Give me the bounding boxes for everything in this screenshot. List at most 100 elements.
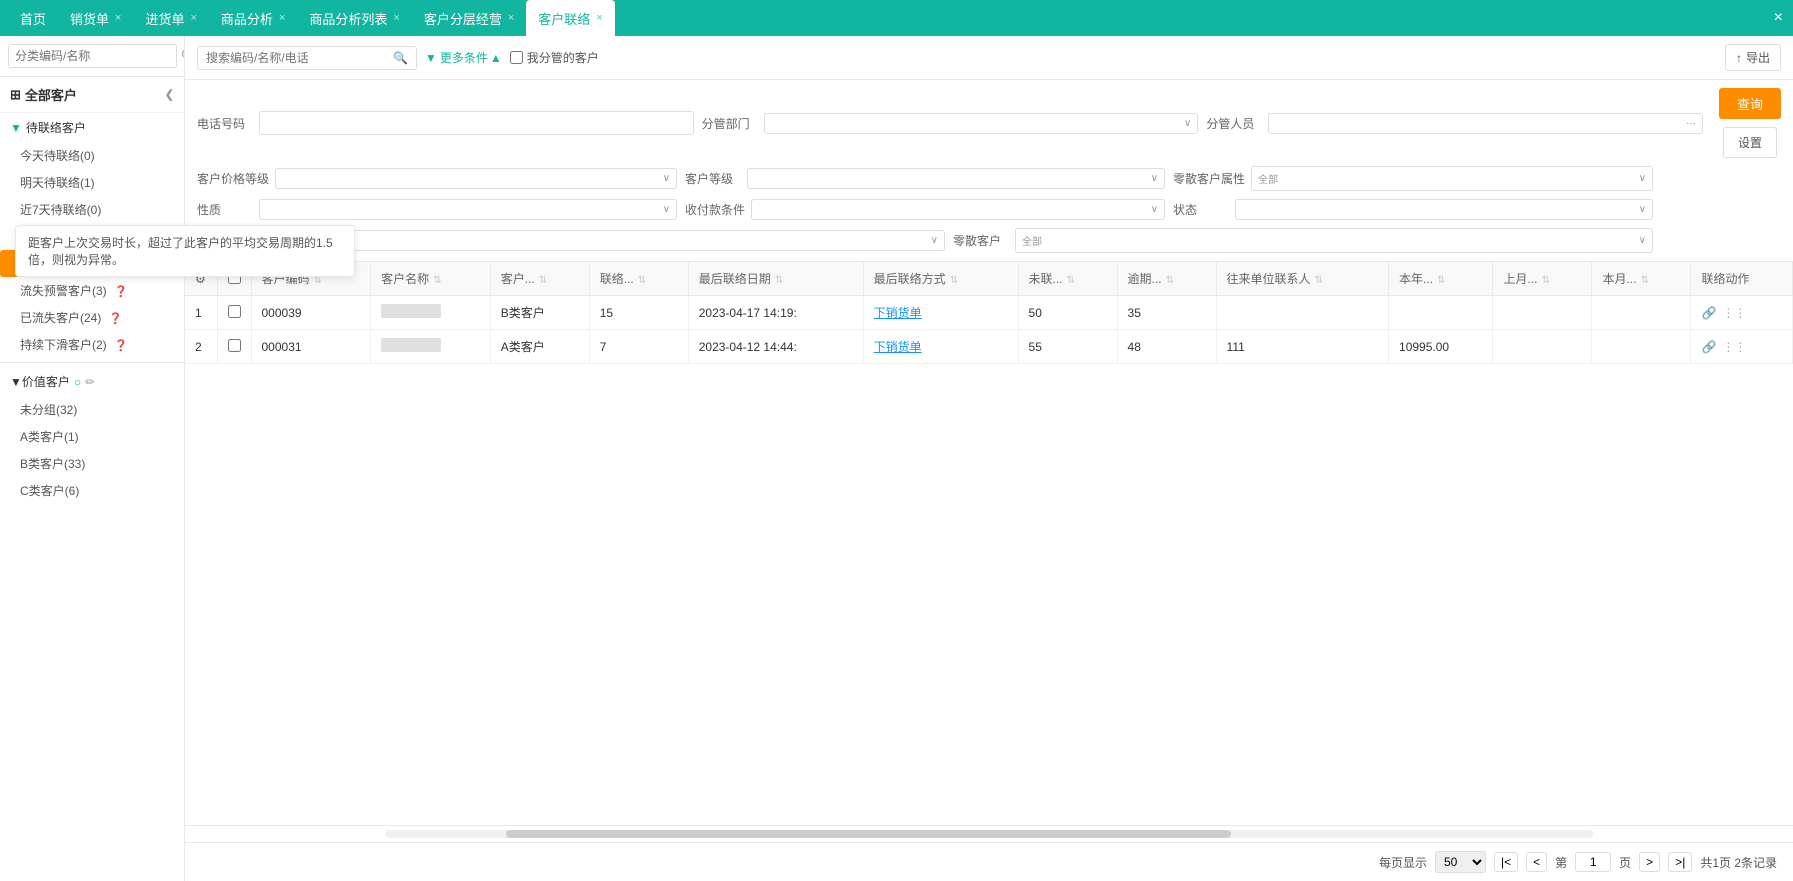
- query-label: 查询: [1737, 97, 1763, 112]
- dept-select[interactable]: ∨: [764, 113, 1199, 134]
- customer-type-select[interactable]: ∨: [307, 230, 945, 251]
- th-name[interactable]: 客户名称⇅: [371, 262, 491, 296]
- export-button[interactable]: ↑ 导出: [1725, 44, 1781, 71]
- nav-item-home[interactable]: 首页: [8, 0, 58, 36]
- close-icon-customer-contact[interactable]: ×: [596, 12, 602, 24]
- th-contact-count[interactable]: 联络...⇅: [589, 262, 688, 296]
- nav-item-analysis-list[interactable]: 商品分析列表 ×: [297, 0, 411, 36]
- filter-icon: ▼: [425, 51, 437, 65]
- sidebar-class-c[interactable]: C类客户(6): [0, 477, 184, 504]
- collapse-button[interactable]: ❮: [165, 88, 174, 101]
- close-icon-sales[interactable]: ×: [115, 12, 121, 24]
- query-button[interactable]: 查询: [1719, 88, 1781, 119]
- td-method-1[interactable]: 下销货单: [863, 296, 1018, 330]
- retail-customer-select[interactable]: 全部 ∨: [1015, 228, 1653, 253]
- nav-item-analysis[interactable]: 商品分析 ×: [209, 0, 297, 36]
- search-box: 🔍: [197, 46, 417, 70]
- action-more-icon-1[interactable]: ⋮⋮: [1722, 306, 1746, 320]
- th-this-year[interactable]: 本年...⇅: [1389, 262, 1493, 296]
- th-last-contact-date[interactable]: 最后联络日期⇅: [688, 262, 863, 296]
- close-all-button[interactable]: ×: [1774, 9, 1783, 27]
- th-last-contact-method[interactable]: 最后联络方式⇅: [863, 262, 1018, 296]
- more-conditions-label: 更多条件: [440, 49, 488, 66]
- td-checkbox-1[interactable]: [217, 296, 251, 330]
- row-checkbox-2[interactable]: [228, 339, 241, 352]
- status-select[interactable]: ∨: [1235, 199, 1653, 220]
- close-icon-purchase[interactable]: ×: [190, 12, 196, 24]
- customer-table: ⚙ 客户编码⇅ 客户名称⇅ 客户...⇅ 联络...⇅ 最后联络日期⇅ 最后联络…: [185, 262, 1793, 364]
- action-more-icon-2[interactable]: ⋮⋮: [1722, 340, 1746, 354]
- page-label-post: 页: [1619, 854, 1631, 871]
- phone-input[interactable]: [259, 111, 694, 135]
- sidebar-7day-contact[interactable]: 近7天待联络(0): [0, 196, 184, 223]
- sidebar-tomorrow-contact[interactable]: 明天待联络(1): [0, 169, 184, 196]
- method-link-2[interactable]: 下销货单: [874, 340, 922, 354]
- nav-item-customer-tier[interactable]: 客户分层经营 ×: [412, 0, 526, 36]
- th-associated-contact[interactable]: 往来单位联系人⇅: [1216, 262, 1388, 296]
- edit-icon[interactable]: ✏: [85, 375, 95, 389]
- close-icon-customer-tier[interactable]: ×: [508, 12, 514, 24]
- page-number-input[interactable]: [1575, 852, 1611, 872]
- sidebar-class-b[interactable]: B类客户(33): [0, 450, 184, 477]
- scrollbar-track[interactable]: [385, 830, 1593, 838]
- td-date-2: 2023-04-12 14:44:: [688, 330, 863, 364]
- content-area: 🔍 ▼ 更多条件 ▲ 我分管的客户 ↑ 导出: [185, 36, 1793, 881]
- scrollbar-thumb[interactable]: [506, 830, 1231, 838]
- export-label: 导出: [1746, 49, 1770, 66]
- my-customers-checkbox[interactable]: [510, 51, 523, 64]
- search-icon[interactable]: 🔍: [393, 51, 408, 65]
- value-customer-group[interactable]: ▼ 价值客户 ○ ✏: [0, 367, 184, 396]
- nav-item-sales[interactable]: 销货单 ×: [58, 0, 133, 36]
- payment-select[interactable]: ∨: [751, 199, 1165, 220]
- next-page-button[interactable]: >: [1639, 852, 1660, 872]
- filter-row-2: 客户价格等级 ∨ 客户等级 ∨ 零散客户属性 全部: [197, 166, 1781, 191]
- td-method-2[interactable]: 下销货单: [863, 330, 1018, 364]
- nature-select[interactable]: ∨: [259, 199, 677, 220]
- th-last-month[interactable]: 上月...⇅: [1493, 262, 1592, 296]
- manager-select[interactable]: ···: [1268, 113, 1703, 134]
- customer-type-chevron: ∨: [931, 235, 938, 246]
- status-label: 状态: [1173, 201, 1229, 218]
- td-checkbox-2[interactable]: [217, 330, 251, 364]
- close-icon-analysis-list[interactable]: ×: [393, 12, 399, 24]
- more-conditions-button[interactable]: ▼ 更多条件 ▲: [425, 49, 502, 66]
- sidebar-declining[interactable]: 持续下滑客户(2) ❓: [0, 331, 184, 358]
- customer-tier-chevron: ∨: [1151, 173, 1158, 184]
- retail-attr-select[interactable]: 全部 ∨: [1251, 166, 1653, 191]
- sidebar-search-input[interactable]: [8, 44, 177, 68]
- search-input[interactable]: [206, 51, 389, 65]
- tooltip-text: 距客户上次交易时长，超过了此客户的平均交易周期的1.5倍，则视为异常。: [185, 236, 333, 267]
- table-row: 1 000039 B类客户 15 2023-04-17 14:19: 下销货单 …: [185, 296, 1793, 330]
- sidebar-today-contact[interactable]: 今天待联络(0): [0, 142, 184, 169]
- nav-item-customer-contact[interactable]: 客户联络 ×: [526, 0, 614, 36]
- filter-row-1: 电话号码 分管部门 ∨ 分管人员 ···: [197, 88, 1781, 158]
- retail-attr-value: 全部: [1258, 171, 1278, 186]
- th-customer-type-col[interactable]: 客户...⇅: [490, 262, 589, 296]
- sidebar-unclassified[interactable]: 未分组(32): [0, 396, 184, 423]
- td-thisyear-1: [1389, 296, 1493, 330]
- sidebar-class-a[interactable]: A类客户(1): [0, 423, 184, 450]
- nav-label-customer-contact: 客户联络: [538, 9, 590, 28]
- td-uncontacted-2: 55: [1018, 330, 1117, 364]
- action-link-icon-1[interactable]: 🔗: [1701, 306, 1716, 320]
- td-code-1: 000039: [251, 296, 371, 330]
- wait-contact-group[interactable]: ▼ 待联络客户: [0, 113, 184, 142]
- method-link-1[interactable]: 下销货单: [874, 306, 922, 320]
- row-checkbox-1[interactable]: [228, 305, 241, 318]
- th-overdue[interactable]: 逾期...⇅: [1117, 262, 1216, 296]
- first-page-button[interactable]: |<: [1494, 852, 1518, 872]
- sidebar-churn-warning[interactable]: 流失预警客户(3) ❓: [0, 277, 184, 304]
- table-footer: 每页显示 50 100 200 |< < 第 页 > >| 共1页 2条记录: [185, 842, 1793, 881]
- prev-page-button[interactable]: <: [1526, 852, 1547, 872]
- sidebar-churned[interactable]: 已流失客户(24) ❓: [0, 304, 184, 331]
- customer-tier-select[interactable]: ∨: [747, 168, 1165, 189]
- last-page-button[interactable]: >|: [1668, 852, 1692, 872]
- per-page-select[interactable]: 50 100 200: [1435, 851, 1486, 873]
- settings-button[interactable]: 设置: [1723, 127, 1777, 158]
- nav-item-purchase[interactable]: 进货单 ×: [133, 0, 208, 36]
- close-icon-analysis[interactable]: ×: [279, 12, 285, 24]
- price-tier-select[interactable]: ∨: [275, 168, 677, 189]
- action-link-icon-2[interactable]: 🔗: [1701, 340, 1716, 354]
- th-this-month[interactable]: 本月...⇅: [1592, 262, 1691, 296]
- th-uncontacted[interactable]: 未联...⇅: [1018, 262, 1117, 296]
